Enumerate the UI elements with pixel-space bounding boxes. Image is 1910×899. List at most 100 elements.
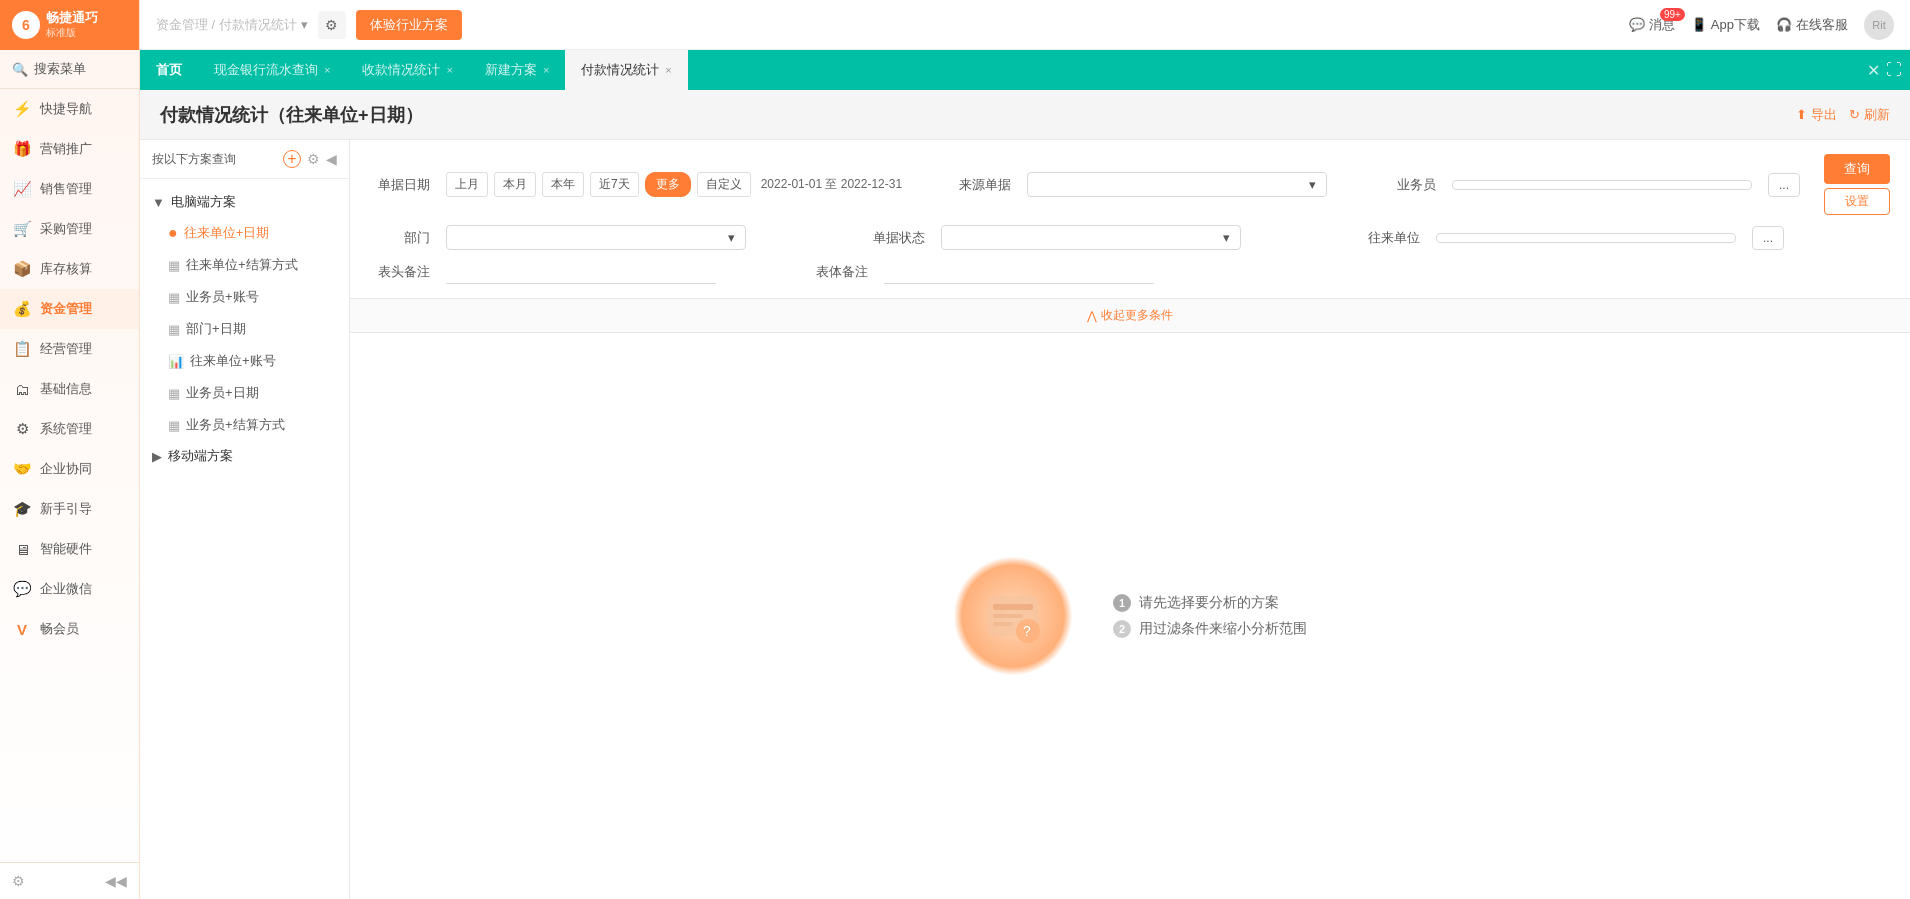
export-button[interactable]: ⬆ 导出 — [1796, 106, 1837, 124]
scheme-item-s7-label: 业务员+结算方式 — [186, 416, 285, 434]
scheme-item-s1[interactable]: ● 往来单位+日期 — [140, 217, 349, 249]
sidebar-item-jichu[interactable]: 🗂 基础信息 — [0, 369, 139, 409]
tab-cashflow-label: 现金银行流水查询 — [214, 61, 318, 79]
collapse-bar[interactable]: ⋀ 收起更多条件 — [350, 299, 1910, 333]
app-icon: 📱 — [1691, 17, 1707, 32]
salesperson-ellipsis[interactable]: ... — [1768, 173, 1800, 197]
nav-list: ⚡ 快捷导航 🎁 营销推广 📈 销售管理 🛒 采购管理 📦 库存核算 💰 资金管… — [0, 89, 139, 862]
tab-expand-icon[interactable]: ⛶ — [1886, 61, 1902, 79]
sidebar-item-jingying[interactable]: 📋 经营管理 — [0, 329, 139, 369]
sidebar-item-xitong[interactable]: ⚙ 系统管理 — [0, 409, 139, 449]
sidebar-footer: ⚙ ◀◀ — [0, 862, 139, 899]
sidebar-item-zhinen[interactable]: 🖥 智能硬件 — [0, 529, 139, 569]
scheme-collapse-icon[interactable]: ◀ — [326, 151, 337, 167]
breadcrumb-text: 资金管理 / 付款情况统计 — [156, 16, 297, 34]
message-btn[interactable]: 💬 消息 99+ — [1629, 16, 1675, 34]
scheme-item-s4[interactable]: ▦ 部门+日期 — [140, 313, 349, 345]
sidebar-item-xinshou[interactable]: 🎓 新手引导 — [0, 489, 139, 529]
nav-label-zhinen: 智能硬件 — [40, 540, 92, 558]
tab-close-all-icon[interactable]: ✕ — [1867, 61, 1880, 80]
main-area: 资金管理 / 付款情况统计 ▾ ⚙ 体验行业方案 💬 消息 99+ 📱 App下… — [140, 0, 1910, 899]
sidebar-item-changhui[interactable]: V 畅会员 — [0, 609, 139, 649]
header-note-input[interactable] — [446, 260, 716, 284]
tab-receipts-label: 收款情况统计 — [362, 61, 440, 79]
scheme-item-s5[interactable]: 📊 往来单位+账号 — [140, 345, 349, 377]
sidebar-item-caigou[interactable]: 🛒 采购管理 — [0, 209, 139, 249]
scheme-group-pc-arrow-icon: ▼ — [152, 195, 165, 210]
filter-row-notes: 表头备注 表体备注 — [370, 260, 1890, 284]
scheme-add-icon[interactable]: + — [283, 150, 301, 168]
date-btn-last-month[interactable]: 上月 — [446, 172, 488, 197]
scheme-group-mobile-header[interactable]: ▶ 移动端方案 — [140, 441, 349, 471]
sidebar-item-yingxiao[interactable]: 🎁 营销推广 — [0, 129, 139, 169]
scheme-item-s7[interactable]: ▦ 业务员+结算方式 — [140, 409, 349, 441]
sidebar-item-kucun[interactable]: 📦 库存核算 — [0, 249, 139, 289]
tab-cashflow-close-icon[interactable]: × — [324, 64, 330, 76]
salesperson-select[interactable] — [1452, 180, 1752, 190]
date-btn-custom[interactable]: 自定义 — [697, 172, 751, 197]
tab-receipts-close-icon[interactable]: × — [446, 64, 452, 76]
scheme-item-s3[interactable]: ▦ 业务员+账号 — [140, 281, 349, 313]
nav-label-caigou: 采购管理 — [40, 220, 92, 238]
refresh-icon: ↻ — [1849, 107, 1860, 122]
tab-cashflow[interactable]: 现金银行流水查询 × — [198, 50, 346, 90]
app-label: App下载 — [1711, 16, 1760, 34]
nav-icon-zijin: 💰 — [12, 299, 32, 319]
breadcrumb[interactable]: 资金管理 / 付款情况统计 ▾ — [156, 16, 308, 34]
query-button[interactable]: 查询 — [1824, 154, 1890, 184]
user-avatar[interactable]: Rit — [1864, 10, 1894, 40]
scheme-settings-icon[interactable]: ⚙ — [307, 151, 320, 167]
tab-payments[interactable]: 付款情况统计 × — [565, 50, 687, 90]
empty-illustration: ? — [953, 556, 1073, 676]
refresh-button[interactable]: ↻ 刷新 — [1849, 106, 1890, 124]
scheme-item-s5-label: 往来单位+账号 — [190, 352, 276, 370]
scheme-item-s6[interactable]: ▦ 业务员+日期 — [140, 377, 349, 409]
message-icon: 💬 — [1629, 17, 1645, 32]
filter-section: 单据日期 上月 本月 本年 近7天 更多 自定义 2022-01-01 至 20… — [350, 140, 1910, 299]
voucher-status-select[interactable]: ▾ — [941, 225, 1241, 250]
scheme-item-s2[interactable]: ▦ 往来单位+结算方式 — [140, 249, 349, 281]
partner-ellipsis[interactable]: ... — [1752, 226, 1784, 250]
scheme-item-s6-icon: ▦ — [168, 386, 180, 401]
filter-row-date: 单据日期 上月 本月 本年 近7天 更多 自定义 2022-01-01 至 20… — [370, 154, 1890, 215]
date-btn-7days[interactable]: 近7天 — [590, 172, 639, 197]
sidebar-item-zijin[interactable]: 💰 资金管理 — [0, 289, 139, 329]
scheme-group-pc-header[interactable]: ▼ 电脑端方案 — [140, 187, 349, 217]
tab-payments-close-icon[interactable]: × — [665, 64, 671, 76]
tab-newplan[interactable]: 新建方案 × — [469, 50, 565, 90]
sidebar-item-qiye[interactable]: 🤝 企业协同 — [0, 449, 139, 489]
date-label: 单据日期 — [370, 176, 430, 194]
scheme-item-s3-label: 业务员+账号 — [186, 288, 259, 306]
dept-select[interactable]: ▾ — [446, 225, 746, 250]
search-icon: 🔍 — [12, 62, 28, 77]
source-select[interactable]: ▾ — [1027, 172, 1327, 197]
partner-select[interactable] — [1436, 233, 1736, 243]
body-note-input[interactable] — [884, 260, 1154, 284]
scheme-group-mobile-arrow-icon: ▶ — [152, 449, 162, 464]
tab-receipts[interactable]: 收款情况统计 × — [346, 50, 468, 90]
export-label: 导出 — [1811, 106, 1837, 124]
tip-num-1: 1 — [1113, 594, 1131, 612]
scheme-item-s2-icon: ▦ — [168, 258, 180, 273]
filter-settings-button[interactable]: 设置 — [1824, 188, 1890, 215]
sidebar-item-xiaoshou[interactable]: 📈 销售管理 — [0, 169, 139, 209]
search-menu[interactable]: 🔍 搜索菜单 — [0, 50, 139, 89]
tab-home[interactable]: 首页 — [140, 50, 198, 90]
scheme-item-s5-icon: 📊 — [168, 354, 184, 369]
trial-button[interactable]: 体验行业方案 — [356, 10, 462, 40]
header-settings-btn[interactable]: ⚙ — [318, 11, 346, 39]
app-download-btn[interactable]: 📱 App下载 — [1691, 16, 1760, 34]
date-btn-this-month[interactable]: 本月 — [494, 172, 536, 197]
sidebar-item-kuaijie[interactable]: ⚡ 快捷导航 — [0, 89, 139, 129]
footer-settings-btn[interactable]: ⚙ — [12, 873, 25, 889]
date-btn-this-year[interactable]: 本年 — [542, 172, 584, 197]
nav-icon-xitong: ⚙ — [12, 419, 32, 439]
empty-tip-2-text: 用过滤条件来缩小分析范围 — [1139, 620, 1307, 638]
scheme-item-s1-icon: ● — [168, 224, 178, 242]
service-btn[interactable]: 🎧 在线客服 — [1776, 16, 1848, 34]
tab-newplan-close-icon[interactable]: × — [543, 64, 549, 76]
sidebar-item-qiyeweixin[interactable]: 💬 企业微信 — [0, 569, 139, 609]
empty-state: ? 1 请先选择要分析的方案 2 用过滤条件来缩小分析范围 — [350, 333, 1910, 899]
date-btn-more[interactable]: 更多 — [645, 172, 691, 197]
footer-collapse-btn[interactable]: ◀◀ — [105, 873, 127, 889]
